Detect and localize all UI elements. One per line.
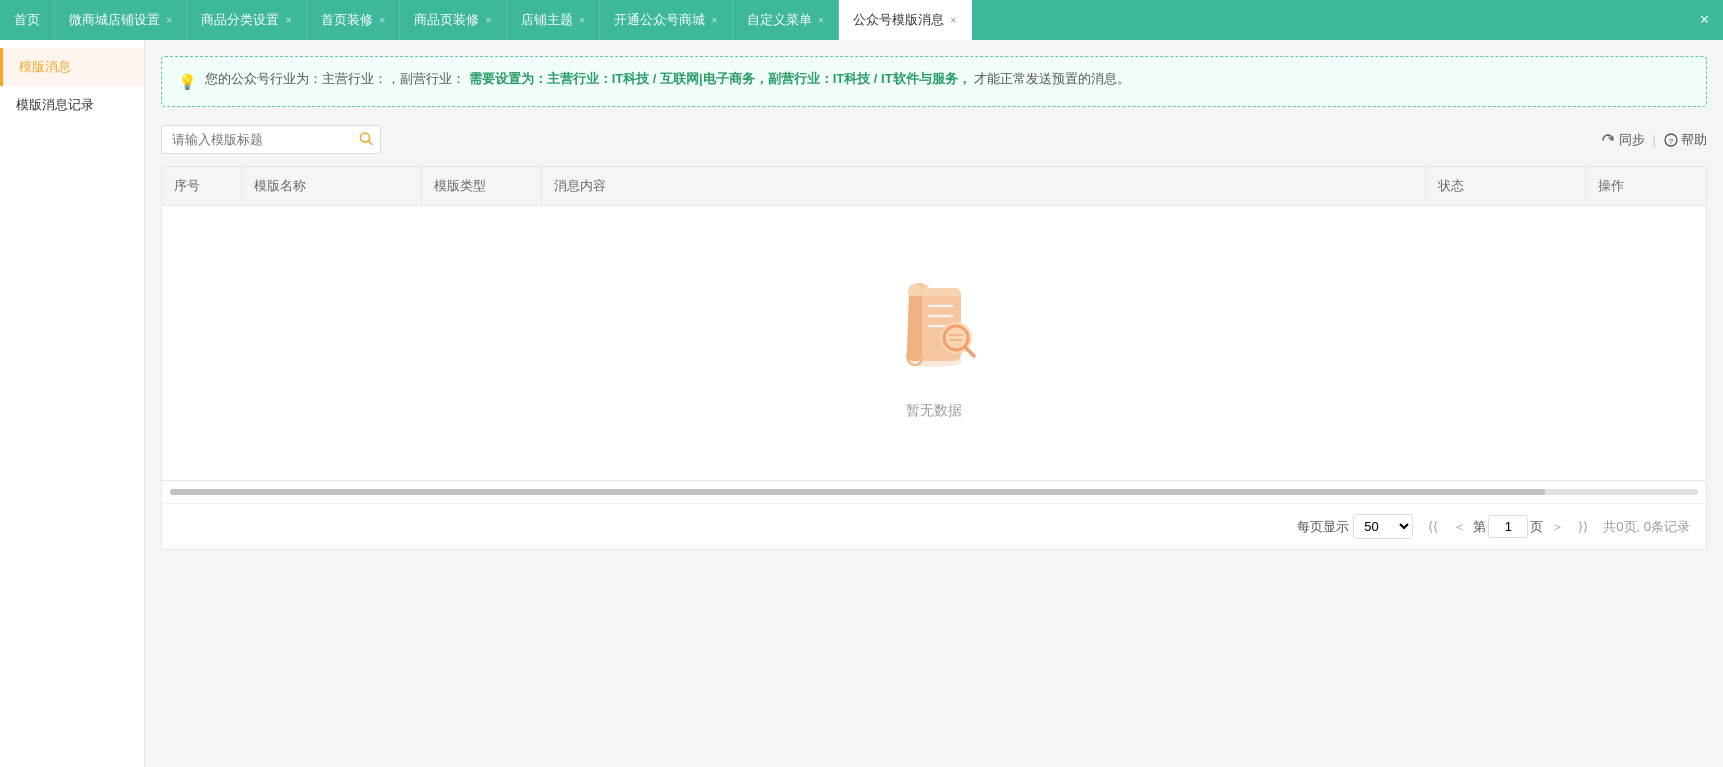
- nav-tab-micro-shop-label: 微商城店铺设置: [69, 11, 160, 29]
- sync-icon: [1601, 133, 1615, 147]
- page-input[interactable]: [1488, 515, 1528, 538]
- pagination-nav: ⟨⟨ ＜ 第 页 ＞ ⟩⟩: [1421, 515, 1595, 539]
- nav-tab-product-category[interactable]: 商品分类设置 ×: [187, 0, 306, 40]
- notice-suffix: 才能正常发送预置的消息。: [974, 71, 1130, 86]
- empty-illustration: [874, 266, 994, 386]
- pagination: 每页显示 50 10 20 100 ⟨⟨ ＜ 第 页 ＞ ⟩⟩: [162, 503, 1706, 549]
- empty-text: 暂无数据: [906, 402, 962, 420]
- scrollbar-track[interactable]: [170, 489, 1698, 495]
- last-page-button[interactable]: ⟩⟩: [1571, 515, 1595, 539]
- sidebar-item-template-msg-label: 模版消息: [19, 59, 71, 74]
- close-template-msg[interactable]: ×: [950, 14, 956, 26]
- notice-prefix: 您的公众号行业为：主营行业：，副营行业：: [205, 71, 465, 86]
- nav-tab-home-decor-label: 首页装修: [321, 11, 373, 29]
- close-micro-shop[interactable]: ×: [166, 14, 172, 26]
- th-action: 操作: [1586, 167, 1706, 205]
- table-header: 序号 模版名称 模版类型 消息内容 状态 操作: [162, 167, 1706, 206]
- top-nav: 首页 微商城店铺设置 × 商品分类设置 × 首页装修 × 商品页装修 × 店铺主…: [0, 0, 1723, 40]
- close-home-decor[interactable]: ×: [379, 14, 385, 26]
- close-product-decor[interactable]: ×: [485, 14, 491, 26]
- svg-text:?: ?: [1669, 136, 1674, 145]
- th-content: 消息内容: [542, 167, 1426, 205]
- nav-tab-custom-menu[interactable]: 自定义菜单 ×: [733, 0, 839, 40]
- nav-tab-store-theme[interactable]: 店铺主题 ×: [507, 0, 600, 40]
- help-icon: ?: [1664, 133, 1678, 147]
- main-content: 💡 您的公众号行业为：主营行业：，副营行业： 需要设置为：主营行业：IT科技 /…: [145, 40, 1723, 767]
- main-layout: 模版消息 模版消息记录 💡 您的公众号行业为：主营行业：，副营行业： 需要设置为…: [0, 40, 1723, 767]
- prev-page-button[interactable]: ＜: [1447, 515, 1471, 539]
- nav-tab-home[interactable]: 首页: [0, 0, 55, 40]
- page-size-label: 每页显示: [1297, 518, 1349, 536]
- scrollbar-thumb[interactable]: [170, 489, 1545, 495]
- page-size-select[interactable]: 50 10 20 100: [1353, 514, 1413, 539]
- help-label: 帮助: [1681, 131, 1707, 149]
- nav-tab-store-theme-label: 店铺主题: [521, 11, 573, 29]
- sidebar-item-template-msg[interactable]: 模版消息: [0, 48, 144, 86]
- th-type: 模版类型: [422, 167, 542, 205]
- nav-tab-micro-shop[interactable]: 微商城店铺设置 ×: [55, 0, 187, 40]
- nav-tab-open-mall[interactable]: 开通公众号商城 ×: [600, 0, 732, 40]
- close-custom-menu[interactable]: ×: [818, 14, 824, 26]
- sidebar-item-template-msg-record[interactable]: 模版消息记录: [0, 86, 144, 124]
- close-open-mall[interactable]: ×: [711, 14, 717, 26]
- notice-icon: 💡: [178, 70, 197, 94]
- notice-text: 您的公众号行业为：主营行业：，副营行业： 需要设置为：主营行业：IT科技 / 互…: [205, 69, 1130, 90]
- sync-label: 同步: [1619, 131, 1645, 149]
- notice-box: 💡 您的公众号行业为：主营行业：，副营行业： 需要设置为：主营行业：IT科技 /…: [161, 56, 1707, 107]
- nav-tab-product-decor[interactable]: 商品页装修 ×: [400, 0, 506, 40]
- total-text: 共0页, 0条记录: [1603, 518, 1690, 536]
- page-label: 第: [1473, 518, 1486, 536]
- empty-state: 暂无数据: [162, 206, 1706, 480]
- close-product-category[interactable]: ×: [285, 14, 291, 26]
- svg-line-1: [369, 141, 373, 145]
- notice-highlight: 需要设置为：主营行业：IT科技 / 互联网|电子商务，副营行业：IT科技 / I…: [469, 71, 971, 86]
- sync-button[interactable]: 同步: [1601, 131, 1645, 149]
- nav-tab-home-decor[interactable]: 首页装修 ×: [307, 0, 400, 40]
- next-page-button[interactable]: ＞: [1545, 515, 1569, 539]
- svg-line-10: [965, 347, 974, 356]
- th-index: 序号: [162, 167, 242, 205]
- nav-tab-template-msg-label: 公众号模版消息: [853, 11, 944, 29]
- data-table: 序号 模版名称 模版类型 消息内容 状态 操作: [161, 166, 1707, 550]
- sidebar-item-template-msg-record-label: 模版消息记录: [16, 97, 94, 112]
- th-status: 状态: [1426, 167, 1586, 205]
- sidebar: 模版消息 模版消息记录: [0, 40, 145, 767]
- search-input-wrap: [161, 125, 381, 154]
- nav-tab-open-mall-label: 开通公众号商城: [614, 11, 705, 29]
- nav-tab-home-label: 首页: [14, 11, 40, 29]
- search-bar: 同步 | ? 帮助: [161, 125, 1707, 154]
- nav-tab-custom-menu-label: 自定义菜单: [747, 11, 812, 29]
- page-size-wrap: 每页显示 50 10 20 100: [1297, 514, 1413, 539]
- nav-tab-product-category-label: 商品分类设置: [201, 11, 279, 29]
- toolbar-divider: |: [1653, 132, 1656, 147]
- search-input[interactable]: [161, 125, 381, 154]
- first-page-button[interactable]: ⟨⟨: [1421, 515, 1445, 539]
- nav-tab-template-msg[interactable]: 公众号模版消息 ×: [839, 0, 971, 40]
- page-label-end: 页: [1530, 518, 1543, 536]
- th-name: 模版名称: [242, 167, 422, 205]
- nav-tab-product-decor-label: 商品页装修: [414, 11, 479, 29]
- search-button[interactable]: [359, 131, 373, 148]
- close-all-tabs[interactable]: ×: [1686, 11, 1723, 29]
- help-button[interactable]: ? 帮助: [1664, 131, 1707, 149]
- scrollbar-area: [162, 480, 1706, 503]
- close-store-theme[interactable]: ×: [579, 14, 585, 26]
- toolbar-right: 同步 | ? 帮助: [1601, 131, 1707, 149]
